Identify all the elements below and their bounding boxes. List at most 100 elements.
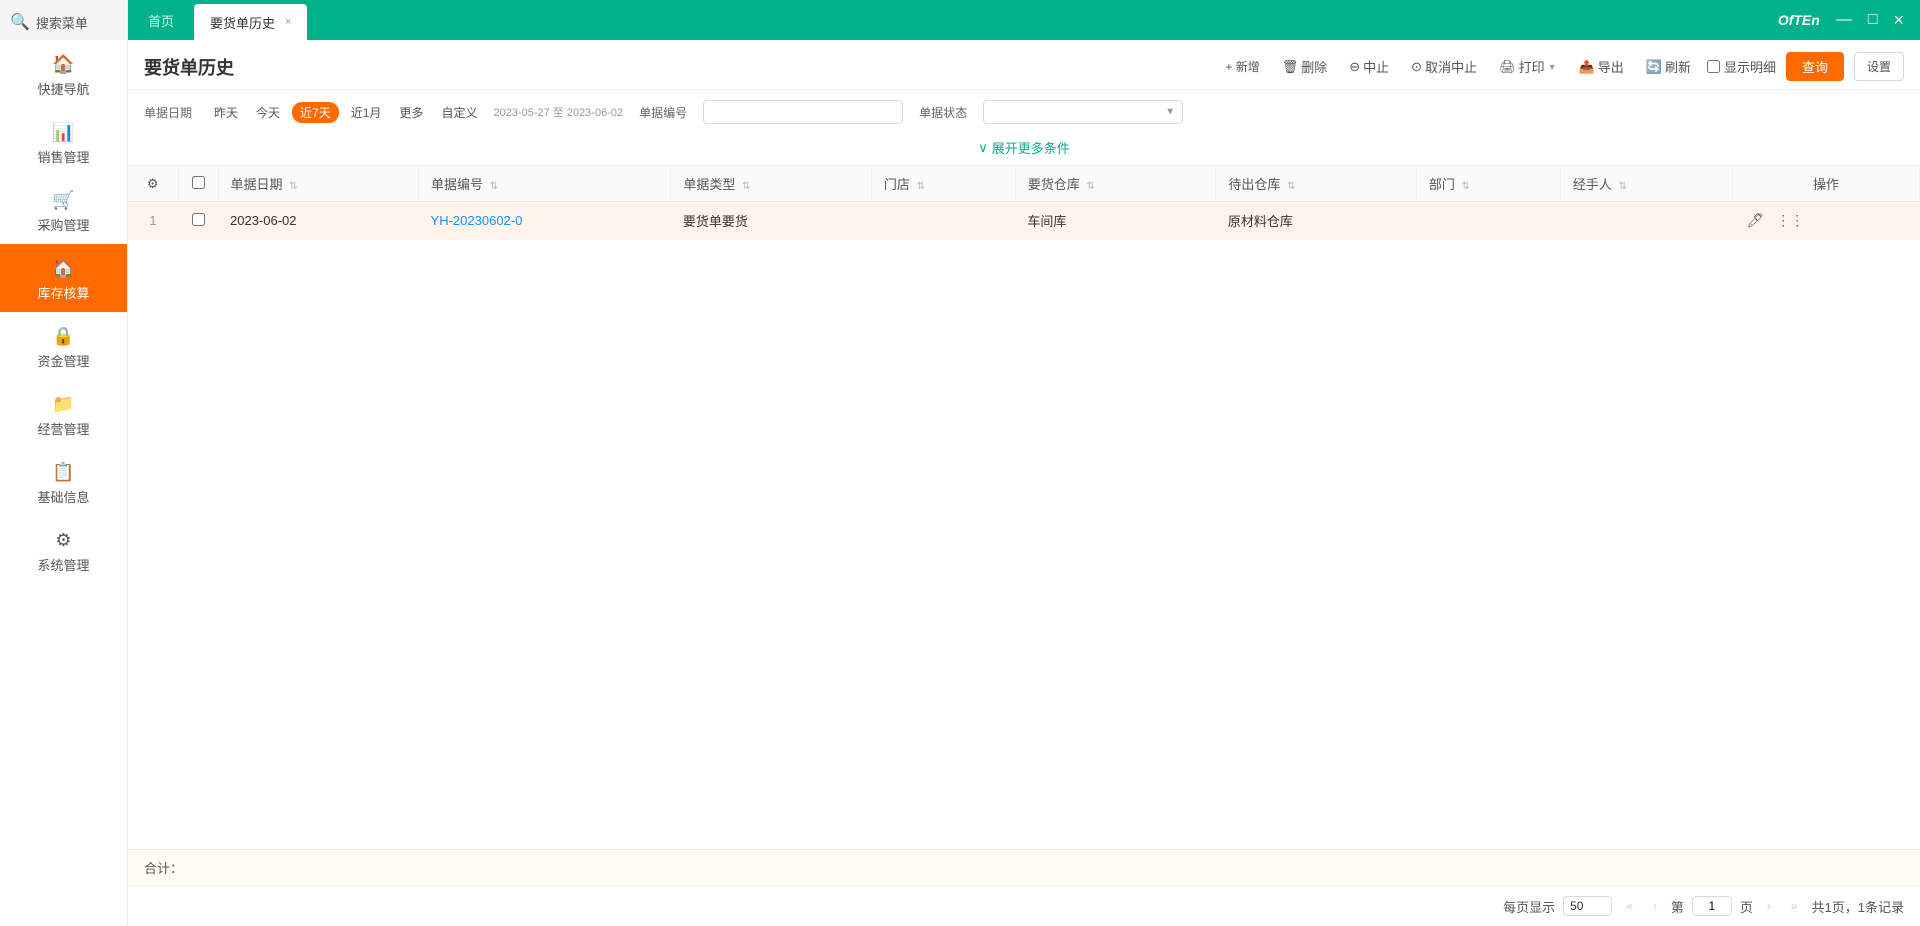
expand-more-label: 展开更多条件 — [992, 138, 1070, 157]
th-settings: ⚙ — [128, 166, 178, 202]
th-number-label: 单据编号 — [431, 177, 483, 192]
data-table: ⚙ 单据日期 ⇅ 单据编号 ⇅ — [128, 166, 1920, 240]
tab-home[interactable]: 首页 — [128, 0, 194, 40]
sidebar-item-label: 基础信息 — [37, 487, 89, 506]
print-arrow-icon: ▼ — [1548, 62, 1557, 72]
th-action-label: 操作 — [1813, 177, 1839, 192]
close-button[interactable]: × — [1893, 10, 1904, 31]
last-page-btn[interactable]: » — [1785, 897, 1804, 915]
export-button[interactable]: 📤 导出 — [1573, 53, 1630, 80]
th-date-label: 单据日期 — [231, 177, 283, 192]
stop-icon: ⊖ — [1349, 59, 1360, 75]
doc-number-input[interactable] — [703, 100, 903, 124]
expand-arrow-icon: ∨ — [978, 140, 988, 156]
display-detail-checkbox-wrapper[interactable]: 显示明细 — [1707, 57, 1776, 76]
row-edit-icon[interactable]: 🖊 — [1745, 210, 1767, 231]
sidebar-item-finance[interactable]: 🔒 资金管理 — [0, 312, 127, 380]
prev-page-btn[interactable]: ‹ — [1647, 897, 1663, 915]
select-all-checkbox[interactable] — [192, 176, 205, 189]
row-checkbox[interactable] — [192, 213, 205, 226]
date-btn-1month[interactable]: 近1月 — [345, 102, 388, 123]
th-date: 单据日期 ⇅ — [218, 166, 419, 202]
th-department-label: 部门 — [1429, 177, 1455, 192]
th-department-sort-icon[interactable]: ⇅ — [1462, 181, 1470, 192]
export-label: 导出 — [1598, 57, 1624, 76]
first-page-btn[interactable]: « — [1620, 897, 1639, 915]
cancel-stop-button[interactable]: ⊙ 取消中止 — [1405, 53, 1483, 80]
sidebar-item-shortcut[interactable]: 🏠 快捷导航 — [0, 40, 127, 108]
finance-icon: 🔒 — [52, 326, 74, 347]
th-req-warehouse-sort-icon[interactable]: ⇅ — [1086, 181, 1094, 192]
sidebar-item-sales[interactable]: 📊 销售管理 — [0, 108, 127, 176]
th-req-warehouse-label: 要货仓库 — [1028, 177, 1080, 192]
tab-close-icon[interactable]: × — [285, 16, 291, 28]
sales-icon: 📊 — [52, 122, 74, 143]
th-req-warehouse: 要货仓库 ⇅ — [1015, 166, 1216, 202]
table-body: 1 2023-06-02 YH-20230602-0 要货单要货 车间库 原材料… — [128, 202, 1920, 240]
delete-button[interactable]: 🗑 删除 — [1276, 53, 1334, 80]
row-req-warehouse: 车间库 — [1015, 202, 1216, 240]
row-number-link[interactable]: YH-20230602-0 — [431, 213, 523, 228]
status-filter-label: 单据状态 — [919, 104, 967, 121]
brand-label: OfTEn — [1778, 12, 1820, 28]
date-btn-more[interactable]: 更多 — [393, 102, 429, 123]
date-btn-custom[interactable]: 自定义 — [435, 102, 483, 123]
sidebar-item-purchase[interactable]: 🛒 采购管理 — [0, 176, 127, 244]
date-btn-yesterday[interactable]: 昨天 — [208, 102, 244, 123]
page-input[interactable] — [1692, 896, 1732, 916]
new-button[interactable]: + 新增 — [1219, 54, 1265, 79]
print-button[interactable]: 🖨 打印 ▼ — [1493, 53, 1562, 80]
next-page-btn[interactable]: › — [1761, 897, 1777, 915]
status-select[interactable] — [983, 100, 1183, 124]
display-detail-label: 显示明细 — [1724, 57, 1776, 76]
th-handler-label: 经手人 — [1573, 177, 1612, 192]
th-store-sort-icon[interactable]: ⇅ — [917, 181, 925, 192]
th-pending-warehouse-sort-icon[interactable]: ⇅ — [1287, 181, 1295, 192]
cancel-stop-icon: ⊙ — [1411, 59, 1422, 75]
th-pending-warehouse-label: 待出仓库 — [1228, 177, 1280, 192]
tab-home-label: 首页 — [148, 11, 174, 30]
page-label: 第 — [1671, 897, 1684, 916]
th-handler: 经手人 ⇅ — [1560, 166, 1732, 202]
refresh-label: 刷新 — [1665, 57, 1691, 76]
refresh-button[interactable]: 🔄 刷新 — [1640, 53, 1697, 80]
filter-row-1: 单据日期 昨天 今天 近7天 近1月 更多 自定义 2023-05-27 至 2… — [144, 100, 1904, 124]
doc-number-label: 单据编号 — [639, 104, 687, 121]
th-type-sort-icon[interactable]: ⇅ — [742, 181, 750, 192]
stop-label: 中止 — [1363, 57, 1389, 76]
stop-button[interactable]: ⊖ 中止 — [1343, 53, 1395, 80]
th-number-sort-icon[interactable]: ⇅ — [490, 181, 498, 192]
date-btn-7days[interactable]: 近7天 — [292, 102, 339, 123]
th-date-sort-icon[interactable]: ⇅ — [289, 181, 297, 192]
th-handler-sort-icon[interactable]: ⇅ — [1618, 181, 1626, 192]
sidebar-item-operation[interactable]: 📁 经营管理 — [0, 380, 127, 448]
table-wrapper: ⚙ 单据日期 ⇅ 单据编号 ⇅ — [128, 166, 1920, 849]
page-content: 要货单历史 + 新增 🗑 删除 ⊖ 中止 ⊙ 取消中止 🖨 打印 — [128, 40, 1920, 926]
minimize-button[interactable]: — — [1836, 11, 1852, 29]
page-size-select-wrapper: 10 20 50 100 — [1563, 896, 1612, 916]
maximize-button[interactable]: □ — [1868, 11, 1878, 29]
sidebar-item-inventory[interactable]: 🏠 库存核算 — [0, 244, 127, 312]
row-index: 1 — [128, 202, 178, 240]
toolbar: + 新增 🗑 删除 ⊖ 中止 ⊙ 取消中止 🖨 打印 ▼ — [1219, 52, 1904, 81]
cancel-stop-label: 取消中止 — [1425, 57, 1477, 76]
date-btn-today[interactable]: 今天 — [250, 102, 286, 123]
page-title: 要货单历史 — [144, 54, 234, 80]
expand-more-btn[interactable]: ∨ 展开更多条件 — [144, 132, 1904, 165]
sidebar-item-basic[interactable]: 📋 基础信息 — [0, 448, 127, 516]
th-department: 部门 ⇅ — [1416, 166, 1560, 202]
sidebar-search[interactable]: 🔍 搜索菜单 — [0, 0, 127, 40]
th-store: 门店 ⇅ — [871, 166, 1015, 202]
row-type: 要货单要货 — [671, 202, 872, 240]
tab-requisition[interactable]: 要货单历史 × — [194, 4, 307, 40]
table-settings-icon[interactable]: ⚙ — [147, 176, 159, 191]
query-button[interactable]: 查询 — [1786, 52, 1844, 81]
settings-button[interactable]: 设置 — [1854, 52, 1904, 81]
sidebar-item-system[interactable]: ⚙ 系统管理 — [0, 516, 127, 584]
page-size-select[interactable]: 10 20 50 100 — [1563, 896, 1612, 916]
row-more-icon[interactable]: ⋮⋮ — [1774, 210, 1806, 231]
sidebar: 🔍 搜索菜单 🏠 快捷导航 📊 销售管理 🛒 采购管理 🏠 库存核算 🔒 资金管… — [0, 0, 128, 926]
display-detail-checkbox[interactable] — [1707, 60, 1720, 73]
sidebar-item-label: 快捷导航 — [37, 79, 89, 98]
th-type-label: 单据类型 — [683, 177, 735, 192]
